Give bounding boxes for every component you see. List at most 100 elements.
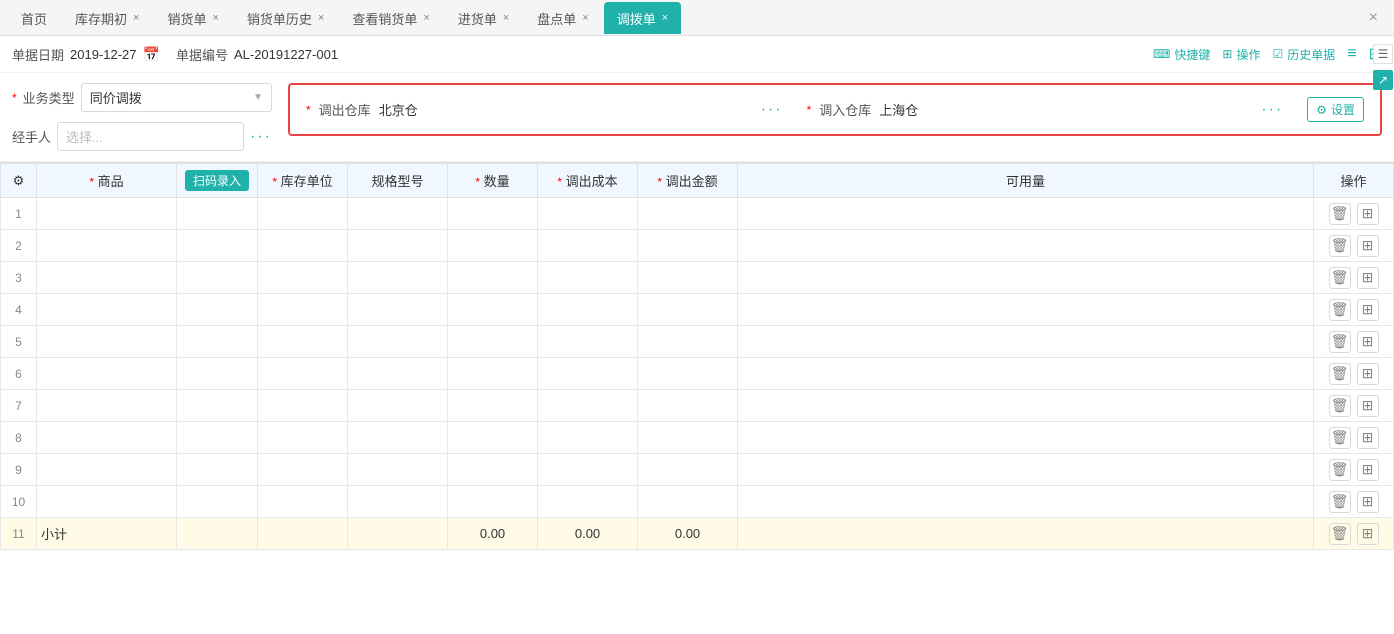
in-warehouse-label: 调入仓库 bbox=[819, 100, 871, 119]
row-delete-button[interactable]: 🗑 bbox=[1329, 299, 1351, 321]
out-warehouse-more-button[interactable]: ··· bbox=[761, 101, 783, 119]
col-gear[interactable]: ⚙ bbox=[1, 164, 37, 198]
row-product-cell[interactable] bbox=[37, 262, 177, 294]
row-delete-button[interactable]: 🗑 bbox=[1329, 267, 1351, 289]
row-delete-button[interactable]: 🗑 bbox=[1329, 331, 1351, 353]
row-product-cell[interactable] bbox=[37, 486, 177, 518]
main-table: ⚙ * 商品 扫码录入 * 库存单位 规格型号 bbox=[0, 163, 1394, 550]
row-copy-button[interactable]: ⊞ bbox=[1357, 267, 1379, 289]
tab-view-sales[interactable]: 查看销货单 × bbox=[339, 2, 442, 34]
row-action-cell: 🗑 ⊞ bbox=[1314, 358, 1394, 390]
tab-sales-history-close[interactable]: × bbox=[318, 12, 324, 24]
tab-sales-order[interactable]: 销货单 × bbox=[154, 2, 231, 34]
tab-inventory-init-close[interactable]: × bbox=[133, 12, 139, 24]
in-warehouse-value[interactable]: 上海仓 bbox=[879, 100, 918, 119]
row-copy-button[interactable]: ⊞ bbox=[1357, 203, 1379, 225]
row-product-cell[interactable] bbox=[37, 230, 177, 262]
table-row: 6 🗑 ⊞ bbox=[1, 358, 1394, 390]
tab-purchase-order-close[interactable]: × bbox=[503, 12, 509, 24]
row-copy-button[interactable]: ⊞ bbox=[1357, 363, 1379, 385]
col-cost: * 调出成本 bbox=[538, 164, 638, 198]
row-delete-button[interactable]: 🗑 bbox=[1329, 395, 1351, 417]
subtotal-num: 11 bbox=[1, 518, 37, 550]
tab-inventory-count-close[interactable]: × bbox=[582, 12, 588, 24]
row-quantity-cell bbox=[448, 198, 538, 230]
settings-label: 设置 bbox=[1331, 101, 1355, 118]
row-cost-cell bbox=[538, 454, 638, 486]
row-product-cell[interactable] bbox=[37, 358, 177, 390]
row-product-cell[interactable] bbox=[37, 454, 177, 486]
row-copy-button[interactable]: ⊞ bbox=[1357, 491, 1379, 513]
settings-button[interactable]: ⚙ 设置 bbox=[1307, 97, 1364, 122]
col-quantity-label: 数量 bbox=[484, 174, 510, 189]
subtotal-empty4 bbox=[738, 518, 1314, 550]
tab-sales-history[interactable]: 销货单历史 × bbox=[234, 2, 337, 34]
sidebar-export-icon[interactable]: ↗ bbox=[1373, 70, 1393, 90]
tab-transfer-order[interactable]: 调拨单 × bbox=[604, 2, 681, 34]
form-area: * 业务类型 同价调拨 ▼ 经手人 选择... ··· * 调出仓库 北京仓 bbox=[0, 73, 1394, 162]
toolbar: 单据日期 2019-12-27 📅 单据编号 AL-20191227-001 ⌨… bbox=[0, 36, 1394, 73]
tab-transfer-order-close[interactable]: × bbox=[662, 12, 668, 24]
row-unit-cell bbox=[258, 390, 348, 422]
row-copy-button[interactable]: ⊞ bbox=[1357, 459, 1379, 481]
handler-selector[interactable]: 选择... bbox=[57, 122, 244, 151]
col-product: * 商品 bbox=[37, 164, 177, 198]
row-product-cell[interactable] bbox=[37, 422, 177, 454]
operations-label: 操作 bbox=[1236, 46, 1260, 63]
business-type-selector[interactable]: 同价调拨 ▼ bbox=[81, 83, 272, 112]
row-copy-button[interactable]: ⊞ bbox=[1357, 331, 1379, 353]
row-available-cell bbox=[738, 454, 1314, 486]
tab-inventory-init[interactable]: 库存期初 × bbox=[62, 2, 152, 34]
subtotal-actions: 🗑 ⊞ bbox=[1314, 518, 1394, 550]
date-value[interactable]: 2019-12-27 bbox=[70, 47, 137, 62]
row-copy-button[interactable]: ⊞ bbox=[1357, 299, 1379, 321]
calendar-icon[interactable]: 📅 bbox=[143, 46, 160, 63]
list-view-button[interactable]: ≡ bbox=[1347, 45, 1356, 63]
table-row: 3 🗑 ⊞ bbox=[1, 262, 1394, 294]
row-spec-cell bbox=[348, 358, 448, 390]
row-product-cell[interactable] bbox=[37, 390, 177, 422]
row-product-cell[interactable] bbox=[37, 326, 177, 358]
sidebar-list-icon[interactable]: ☰ bbox=[1373, 44, 1393, 64]
number-label: 单据编号 bbox=[176, 45, 228, 64]
row-amount-cell bbox=[638, 390, 738, 422]
row-copy-button[interactable]: ⊞ bbox=[1357, 427, 1379, 449]
window-close-button[interactable]: × bbox=[1361, 9, 1386, 27]
row-cost-cell bbox=[538, 198, 638, 230]
row-copy-button[interactable]: ⊞ bbox=[1357, 235, 1379, 257]
date-label: 单据日期 bbox=[12, 45, 64, 64]
shortcuts-button[interactable]: ⌨ 快捷键 bbox=[1153, 46, 1210, 63]
tab-view-sales-close[interactable]: × bbox=[423, 12, 429, 24]
operations-button[interactable]: ⊞ 操作 bbox=[1222, 46, 1260, 63]
row-copy-button[interactable]: ⊞ bbox=[1357, 395, 1379, 417]
row-delete-button[interactable]: 🗑 bbox=[1329, 363, 1351, 385]
row-action-cell: 🗑 ⊞ bbox=[1314, 390, 1394, 422]
tab-inventory-count[interactable]: 盘点单 × bbox=[524, 2, 601, 34]
table-row: 1 🗑 ⊞ bbox=[1, 198, 1394, 230]
tab-purchase-order[interactable]: 进货单 × bbox=[445, 2, 522, 34]
row-delete-button[interactable]: 🗑 bbox=[1329, 459, 1351, 481]
row-delete-button[interactable]: 🗑 bbox=[1329, 523, 1351, 545]
col-cost-label: 调出成本 bbox=[566, 174, 618, 189]
row-unit-cell bbox=[258, 198, 348, 230]
history-button[interactable]: ☑ 历史单据 bbox=[1272, 46, 1335, 63]
scan-button[interactable]: 扫码录入 bbox=[185, 170, 249, 191]
row-quantity-cell bbox=[448, 358, 538, 390]
handler-more-button[interactable]: ··· bbox=[250, 128, 272, 146]
row-num-cell: 3 bbox=[1, 262, 37, 294]
row-delete-button[interactable]: 🗑 bbox=[1329, 427, 1351, 449]
tab-home[interactable]: 首页 bbox=[8, 2, 60, 34]
in-warehouse-more-button[interactable]: ··· bbox=[1261, 101, 1283, 119]
row-quantity-cell bbox=[448, 326, 538, 358]
row-delete-button[interactable]: 🗑 bbox=[1329, 235, 1351, 257]
row-product-cell[interactable] bbox=[37, 198, 177, 230]
row-spec-cell bbox=[348, 486, 448, 518]
row-copy-button[interactable]: ⊞ bbox=[1357, 523, 1379, 545]
row-product-cell[interactable] bbox=[37, 294, 177, 326]
tab-sales-order-close[interactable]: × bbox=[212, 12, 218, 24]
row-amount-cell bbox=[638, 262, 738, 294]
out-warehouse-value[interactable]: 北京仓 bbox=[379, 100, 418, 119]
gear-icon: ⚙ bbox=[13, 173, 25, 188]
row-delete-button[interactable]: 🗑 bbox=[1329, 203, 1351, 225]
row-delete-button[interactable]: 🗑 bbox=[1329, 491, 1351, 513]
